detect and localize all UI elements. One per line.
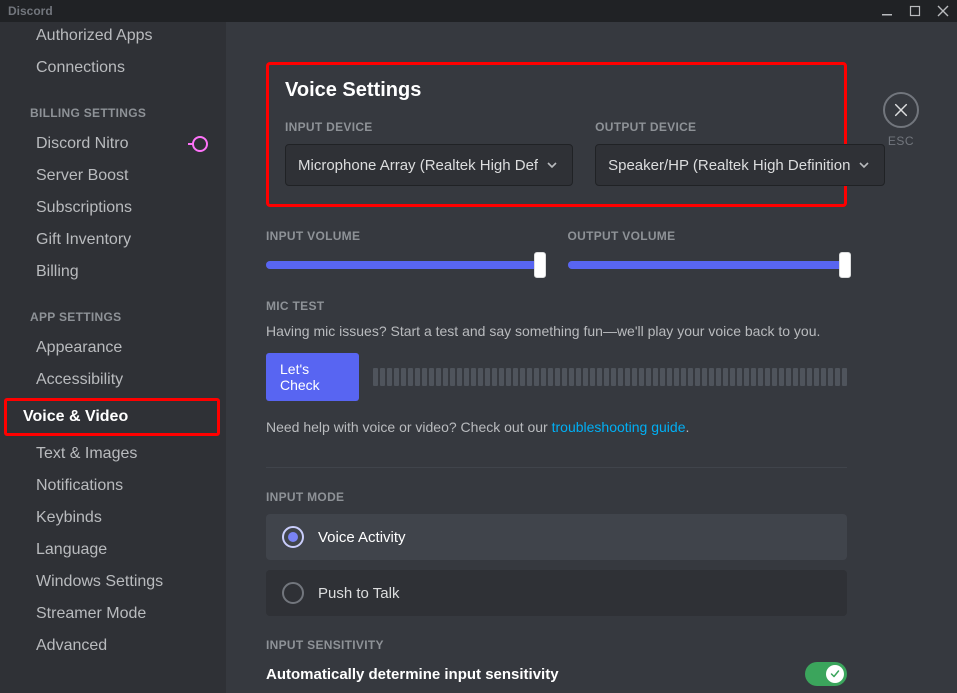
sidebar-category-billing: BILLING SETTINGS: [30, 106, 214, 120]
divider: [266, 467, 847, 468]
sidebar-item-label: Accessibility: [36, 371, 123, 389]
input-volume-label: INPUT VOLUME: [266, 229, 546, 243]
highlight-active-sidebar: Voice & Video: [4, 398, 220, 436]
window-close-button[interactable]: [929, 0, 957, 22]
help-text: Need help with voice or video? Check out…: [266, 419, 847, 435]
sidebar-item-label: Subscriptions: [36, 199, 132, 217]
settings-sidebar: Authorized Apps Connections BILLING SETTI…: [0, 22, 226, 693]
mic-test-description: Having mic issues? Start a test and say …: [266, 323, 847, 339]
close-settings-button[interactable]: [883, 92, 919, 128]
radio-icon: [282, 582, 304, 604]
input-device-label: INPUT DEVICE: [285, 120, 573, 134]
auto-sensitivity-toggle[interactable]: [805, 662, 847, 686]
highlight-voice-settings-panel: Voice Settings INPUT DEVICE Microphone A…: [266, 62, 847, 207]
sidebar-item-label: Voice & Video: [23, 408, 128, 426]
sidebar-item-label: Advanced: [36, 637, 107, 655]
sidebar-category-app: APP SETTINGS: [30, 310, 214, 324]
sidebar-item-label: Language: [36, 541, 107, 559]
titlebar-title: Discord: [8, 4, 53, 18]
window-minimize-button[interactable]: [873, 0, 901, 22]
sidebar-item-notifications[interactable]: Notifications: [30, 470, 214, 502]
close-icon: [893, 102, 909, 118]
sidebar-item-text-images[interactable]: Text & Images: [30, 438, 214, 470]
close-esc-label: ESC: [883, 134, 919, 148]
sidebar-item-label: Server Boost: [36, 167, 128, 185]
sidebar-item-advanced[interactable]: Advanced: [30, 630, 214, 662]
output-volume-slider[interactable]: [568, 253, 848, 277]
sidebar-item-language[interactable]: Language: [30, 534, 214, 566]
sidebar-item-keybinds[interactable]: Keybinds: [30, 502, 214, 534]
sidebar-item-accessibility[interactable]: Accessibility: [30, 364, 214, 396]
page-title: Voice Settings: [285, 79, 828, 102]
sidebar-item-windows-settings[interactable]: Windows Settings: [30, 566, 214, 598]
mic-level-meter: [373, 368, 847, 386]
lets-check-button[interactable]: Let's Check: [266, 353, 359, 401]
troubleshooting-link[interactable]: troubleshooting guide: [552, 419, 686, 435]
slider-thumb[interactable]: [534, 252, 546, 278]
output-volume-label: OUTPUT VOLUME: [568, 229, 848, 243]
mic-test-label: MIC TEST: [266, 299, 847, 313]
sidebar-item-label: Streamer Mode: [36, 605, 146, 623]
input-mode-label: INPUT MODE: [266, 490, 847, 504]
radio-icon: [282, 526, 304, 548]
radio-label: Push to Talk: [318, 585, 399, 602]
toggle-knob: [826, 665, 844, 683]
sidebar-item-nitro[interactable]: Discord Nitro: [30, 128, 214, 160]
chevron-down-icon: [544, 157, 560, 173]
sidebar-item-authorized-apps[interactable]: Authorized Apps: [30, 22, 214, 52]
input-mode-push-to-talk[interactable]: Push to Talk: [266, 570, 847, 616]
chevron-down-icon: [856, 157, 872, 173]
input-device-value: Microphone Array (Realtek High Def: [298, 157, 538, 174]
slider-thumb[interactable]: [839, 252, 851, 278]
sidebar-item-label: Text & Images: [36, 445, 137, 463]
auto-sensitivity-label: Automatically determine input sensitivit…: [266, 666, 805, 683]
sidebar-item-label: Gift Inventory: [36, 231, 131, 249]
sidebar-item-appearance[interactable]: Appearance: [30, 332, 214, 364]
input-device-select[interactable]: Microphone Array (Realtek High Def: [285, 144, 573, 186]
output-device-label: OUTPUT DEVICE: [595, 120, 885, 134]
sidebar-item-server-boost[interactable]: Server Boost: [30, 160, 214, 192]
output-device-value: Speaker/HP (Realtek High Definition: [608, 157, 850, 174]
output-device-select[interactable]: Speaker/HP (Realtek High Definition: [595, 144, 885, 186]
sidebar-item-label: Appearance: [36, 339, 122, 357]
sidebar-item-label: Discord Nitro: [36, 135, 128, 153]
sidebar-item-streamer-mode[interactable]: Streamer Mode: [30, 598, 214, 630]
sidebar-item-voice-video[interactable]: Voice & Video: [7, 401, 217, 433]
sidebar-item-label: Billing: [36, 263, 79, 281]
radio-label: Voice Activity: [318, 529, 406, 546]
sidebar-item-label: Windows Settings: [36, 573, 163, 591]
window-maximize-button[interactable]: [901, 0, 929, 22]
input-volume-slider[interactable]: [266, 253, 546, 277]
titlebar: Discord: [0, 0, 957, 22]
sidebar-item-gift-inventory[interactable]: Gift Inventory: [30, 224, 214, 256]
check-icon: [829, 668, 841, 680]
sidebar-item-label: Notifications: [36, 477, 123, 495]
sidebar-item-label: Keybinds: [36, 509, 102, 527]
sidebar-item-label: Authorized Apps: [36, 27, 153, 45]
sidebar-item-billing[interactable]: Billing: [30, 256, 214, 288]
input-sensitivity-label: INPUT SENSITIVITY: [266, 638, 847, 652]
nitro-badge-icon: [192, 136, 208, 152]
input-mode-voice-activity[interactable]: Voice Activity: [266, 514, 847, 560]
settings-content: ESC Voice Settings INPUT DEVICE Micropho…: [226, 22, 957, 693]
sidebar-item-label: Connections: [36, 59, 125, 77]
sidebar-item-subscriptions[interactable]: Subscriptions: [30, 192, 214, 224]
sidebar-item-connections[interactable]: Connections: [30, 52, 214, 84]
